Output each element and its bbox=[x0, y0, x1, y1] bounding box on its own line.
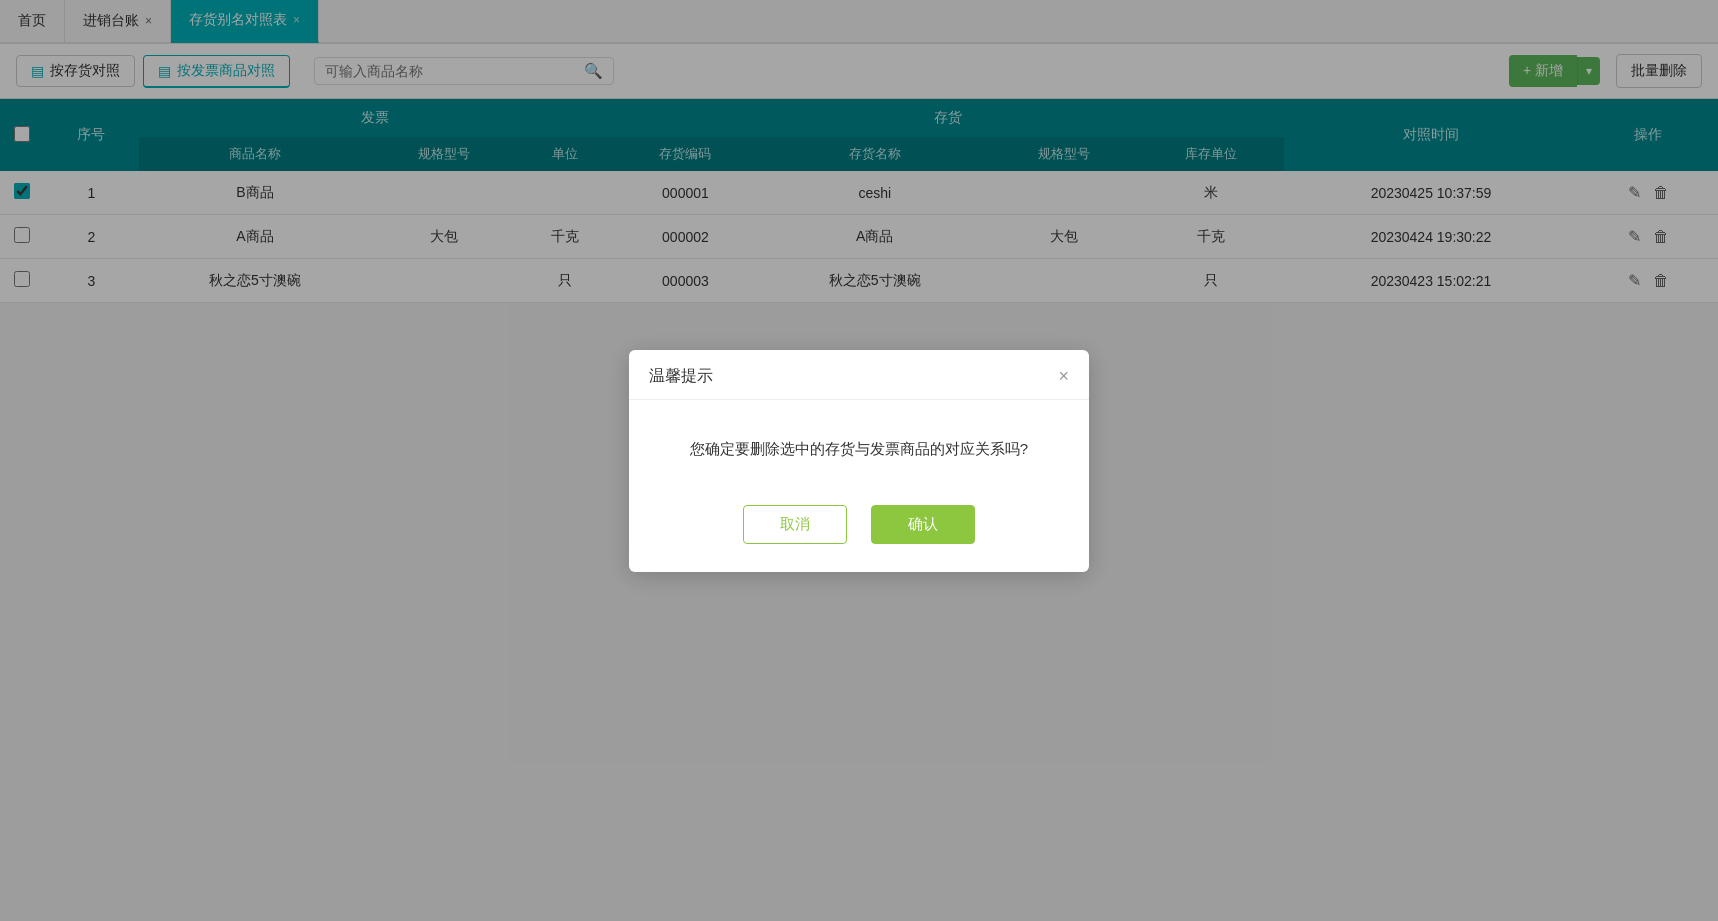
modal-overlay: 温馨提示 × 您确定要删除选中的存货与发票商品的对应关系吗? 取消 确认 bbox=[0, 0, 1718, 303]
